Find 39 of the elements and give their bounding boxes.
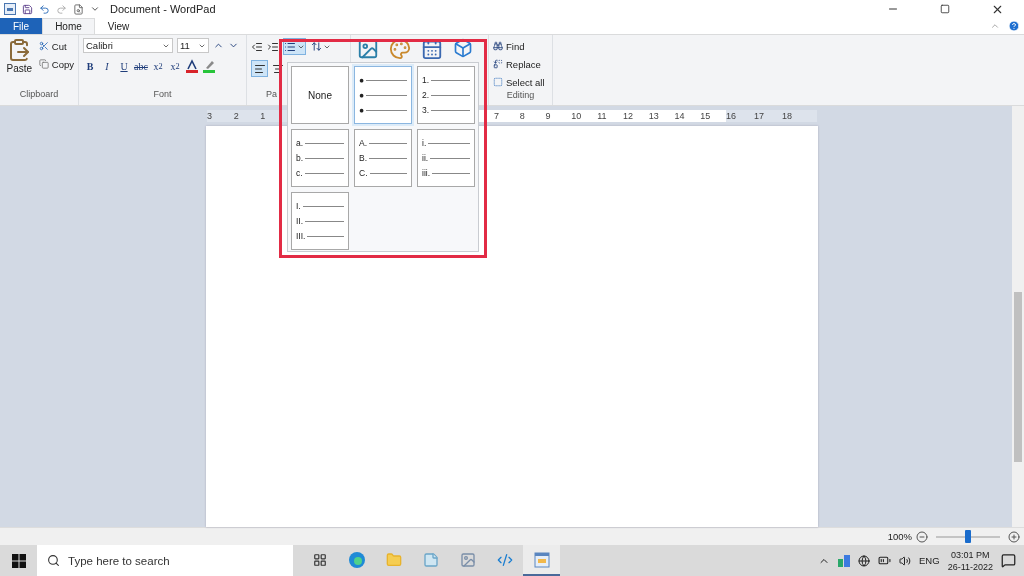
list-marker: III. xyxy=(296,231,306,241)
list-marker: iii. xyxy=(422,168,431,178)
list-marker: 3. xyxy=(422,105,430,115)
ruler-number: 1 xyxy=(260,111,267,121)
list-marker: c. xyxy=(296,168,303,178)
ruler-number: 15 xyxy=(700,111,712,121)
list-marker: ● xyxy=(359,90,365,100)
list-marker: A. xyxy=(359,138,368,148)
list-marker: ii. xyxy=(422,153,429,163)
list-marker: b. xyxy=(296,153,304,163)
list-marker: i. xyxy=(422,138,427,148)
list-marker: C. xyxy=(359,168,368,178)
ruler-number: 13 xyxy=(648,111,660,121)
ruler-number: 12 xyxy=(622,111,634,121)
ruler-number: 7 xyxy=(494,111,500,121)
group-label: Clipboard xyxy=(18,89,60,101)
list-marker: ● xyxy=(359,75,365,85)
group-label: Editing xyxy=(505,90,536,102)
zoom-level: 100% xyxy=(887,531,912,542)
ruler-number: 18 xyxy=(782,111,793,121)
group-label: Pa xyxy=(266,89,277,101)
group-label: Font xyxy=(152,89,173,101)
ruler-number: 17 xyxy=(754,111,765,121)
list-marker: I. xyxy=(296,201,301,211)
list-marker: 1. xyxy=(422,75,430,85)
ruler-number: 3 xyxy=(207,111,213,121)
list-marker: II. xyxy=(296,216,304,226)
ruler-number: 8 xyxy=(519,111,526,121)
list-marker: a. xyxy=(296,138,304,148)
ruler-number: 14 xyxy=(674,111,686,121)
ruler-number: 2 xyxy=(233,111,240,121)
ruler-number: 11 xyxy=(597,111,608,121)
ruler-number: 16 xyxy=(726,111,737,121)
ruler-number: 9 xyxy=(545,111,552,121)
ruler-number: 10 xyxy=(571,111,583,121)
window-title: Document - WordPad xyxy=(110,3,216,15)
list-marker: ● xyxy=(359,105,365,115)
list-marker: B. xyxy=(359,153,368,163)
list-marker: 2. xyxy=(422,90,430,100)
